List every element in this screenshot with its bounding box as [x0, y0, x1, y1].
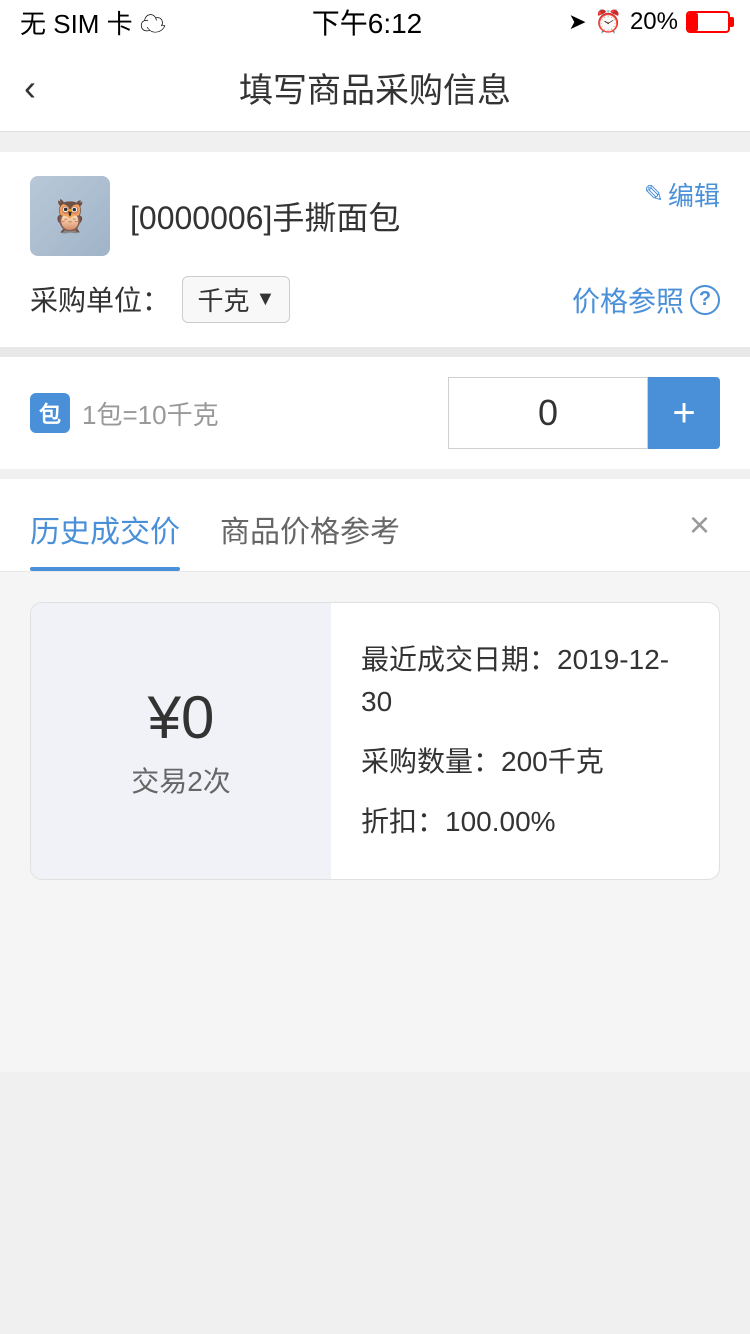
help-icon: ? [690, 285, 720, 315]
unit-label: 采购单位： [30, 285, 170, 316]
currency-symbol: ¥ [148, 684, 181, 751]
tab-history-price[interactable]: 历史成交价 [30, 479, 180, 571]
price-ref-label: 价格参照 [572, 280, 684, 320]
discount-value: 100.00% [445, 806, 556, 837]
unit-badge: 包 [30, 393, 70, 433]
price-discount-row: 折扣：100.00% [361, 801, 689, 843]
amount-value: 0 [181, 684, 214, 751]
unit-dropdown[interactable]: 千克 ▼ [182, 276, 290, 323]
edit-icon: ✎ [644, 180, 664, 209]
status-right: ➤ ⏰ 20% [568, 8, 730, 36]
tab-close-button[interactable]: × [679, 494, 720, 556]
history-content: ¥0 交易2次 最近成交日期：2019-12-30 采购数量：200千克 折扣：… [0, 572, 750, 1072]
battery-icon [686, 11, 730, 33]
back-button[interactable]: ‹ [24, 67, 36, 109]
nav-bar: ‹ 填写商品采购信息 [0, 44, 750, 132]
qty-value: 200千克 [501, 746, 604, 777]
status-time: 下午6:12 [312, 2, 423, 42]
quantity-input-group: + [448, 377, 720, 449]
price-left-panel: ¥0 交易2次 [31, 603, 331, 879]
product-card: 🦉 [0000006]手撕面包 ✎ 编辑 采购单位： 千克 ▼ 价格参照 ? [0, 152, 750, 347]
plus-button[interactable]: + [648, 377, 720, 449]
tabs-left: 历史成交价 商品价格参考 [30, 479, 400, 571]
nav-icon: ➤ [568, 9, 586, 35]
qty-label: 采购数量： [361, 746, 501, 777]
quantity-row: 包 1包=10千克 + [0, 357, 750, 469]
product-bottom-row: 采购单位： 千克 ▼ 价格参照 ? [30, 276, 720, 323]
discount-label: 折扣： [361, 806, 445, 837]
product-logo: 🦉 [50, 200, 90, 232]
product-left: 🦉 [0000006]手撕面包 [30, 176, 400, 256]
section-divider [0, 347, 750, 357]
product-thumbnail: 🦉 [30, 176, 110, 256]
status-left: 无 SIM 卡 ☁ [20, 4, 166, 41]
tab-price-reference[interactable]: 商品价格参考 [220, 479, 400, 571]
tabs-bar: 历史成交价 商品价格参考 × [0, 479, 750, 572]
price-reference-button[interactable]: 价格参照 ? [572, 280, 720, 320]
unit-value: 千克 [197, 281, 249, 318]
unit-info: 包 1包=10千克 [30, 393, 219, 433]
sim-wifi-text: 无 SIM 卡 ☁ [20, 4, 166, 41]
product-name: [0000006]手撕面包 [130, 193, 400, 239]
quantity-input[interactable] [448, 377, 648, 449]
price-amount: ¥0 [148, 683, 215, 752]
status-bar: 无 SIM 卡 ☁ 下午6:12 ➤ ⏰ 20% [0, 0, 750, 44]
edit-button[interactable]: ✎ 编辑 [644, 176, 720, 213]
alarm-icon: ⏰ [595, 9, 622, 35]
date-label: 最近成交日期： [361, 644, 557, 675]
price-date-row: 最近成交日期：2019-12-30 [361, 639, 689, 723]
page-title: 填写商品采购信息 [239, 63, 511, 112]
price-right-panel: 最近成交日期：2019-12-30 采购数量：200千克 折扣：100.00% [331, 603, 719, 879]
price-record-card: ¥0 交易2次 最近成交日期：2019-12-30 采购数量：200千克 折扣：… [30, 602, 720, 880]
dropdown-arrow-icon: ▼ [255, 288, 275, 311]
product-top-row: 🦉 [0000006]手撕面包 ✎ 编辑 [30, 176, 720, 256]
battery-percentage: 20% [630, 8, 678, 36]
price-transactions: 交易2次 [131, 760, 231, 800]
price-qty-row: 采购数量：200千克 [361, 741, 689, 783]
unit-group: 采购单位： 千克 ▼ [30, 276, 290, 323]
edit-label: 编辑 [668, 176, 720, 213]
conversion-text: 1包=10千克 [82, 395, 219, 432]
